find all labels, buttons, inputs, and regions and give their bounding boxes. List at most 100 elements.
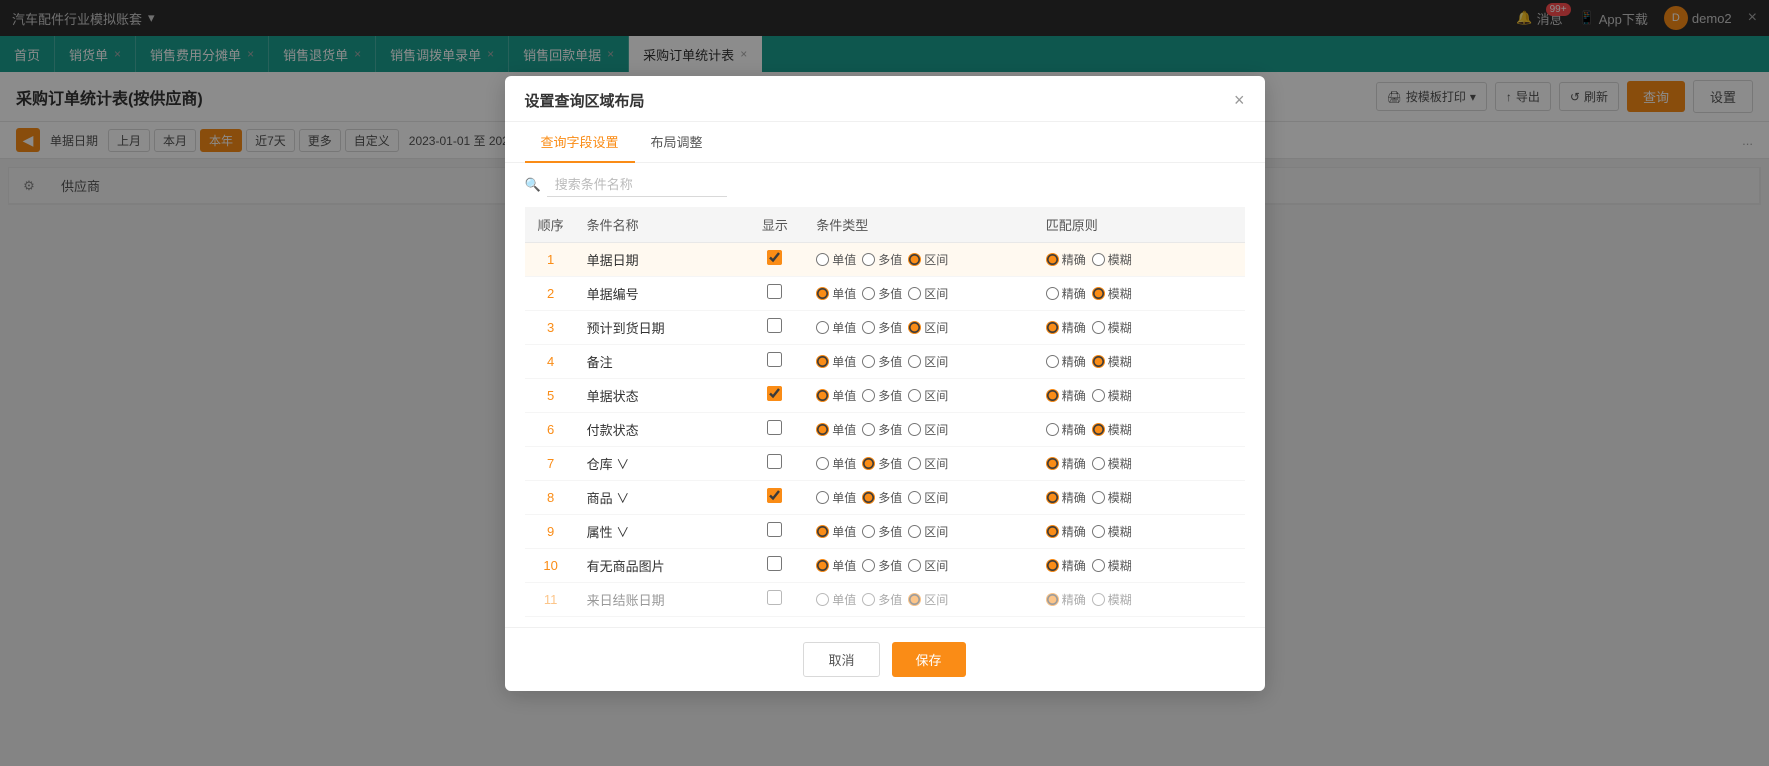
- type-radio-range[interactable]: [908, 253, 921, 266]
- match-radio-fuzzy[interactable]: [1092, 457, 1105, 470]
- match-option-exact[interactable]: 精确: [1046, 251, 1086, 268]
- display-checkbox[interactable]: [767, 488, 782, 503]
- type-option-multi[interactable]: 多值: [862, 387, 902, 404]
- type-option-single[interactable]: 单值: [816, 285, 856, 302]
- match-radio-exact[interactable]: [1046, 593, 1059, 606]
- type-radio-multi[interactable]: [862, 423, 875, 436]
- type-radio-multi[interactable]: [862, 287, 875, 300]
- match-radio-exact[interactable]: [1046, 287, 1059, 300]
- type-option-multi[interactable]: 多值: [862, 591, 902, 608]
- display-checkbox[interactable]: [767, 590, 782, 605]
- match-radio-exact[interactable]: [1046, 355, 1059, 368]
- match-radio-fuzzy[interactable]: [1092, 321, 1105, 334]
- type-radio-multi[interactable]: [862, 559, 875, 572]
- type-option-range[interactable]: 区间: [908, 523, 948, 540]
- match-radio-exact[interactable]: [1046, 559, 1059, 572]
- display-checkbox[interactable]: [767, 556, 782, 571]
- type-radio-single[interactable]: [816, 423, 829, 436]
- type-option-single[interactable]: 单值: [816, 489, 856, 506]
- type-radio-multi[interactable]: [862, 491, 875, 504]
- type-radio-range[interactable]: [908, 559, 921, 572]
- type-option-single[interactable]: 单值: [816, 557, 856, 574]
- type-radio-multi[interactable]: [862, 355, 875, 368]
- match-radio-exact[interactable]: [1046, 253, 1059, 266]
- match-radio-fuzzy[interactable]: [1092, 355, 1105, 368]
- match-option-fuzzy[interactable]: 模糊: [1092, 489, 1132, 506]
- type-radio-multi[interactable]: [862, 389, 875, 402]
- type-radio-multi[interactable]: [862, 253, 875, 266]
- type-radio-multi[interactable]: [862, 321, 875, 334]
- type-option-range[interactable]: 区间: [908, 319, 948, 336]
- type-radio-single[interactable]: [816, 593, 829, 606]
- match-radio-exact[interactable]: [1046, 423, 1059, 436]
- match-option-exact[interactable]: 精确: [1046, 489, 1086, 506]
- display-checkbox[interactable]: [767, 522, 782, 537]
- match-radio-exact[interactable]: [1046, 321, 1059, 334]
- type-option-single[interactable]: 单值: [816, 251, 856, 268]
- match-option-exact[interactable]: 精确: [1046, 319, 1086, 336]
- match-option-exact[interactable]: 精确: [1046, 591, 1086, 608]
- match-option-exact[interactable]: 精确: [1046, 421, 1086, 438]
- type-radio-range[interactable]: [908, 457, 921, 470]
- display-checkbox[interactable]: [767, 386, 782, 401]
- match-radio-fuzzy[interactable]: [1092, 253, 1105, 266]
- display-checkbox[interactable]: [767, 352, 782, 367]
- type-radio-multi[interactable]: [862, 525, 875, 538]
- match-option-fuzzy[interactable]: 模糊: [1092, 557, 1132, 574]
- match-radio-fuzzy[interactable]: [1092, 559, 1105, 572]
- type-radio-multi[interactable]: [862, 457, 875, 470]
- display-checkbox[interactable]: [767, 250, 782, 265]
- type-option-range[interactable]: 区间: [908, 353, 948, 370]
- match-radio-exact[interactable]: [1046, 491, 1059, 504]
- type-option-multi[interactable]: 多值: [862, 285, 902, 302]
- match-option-fuzzy[interactable]: 模糊: [1092, 319, 1132, 336]
- match-option-fuzzy[interactable]: 模糊: [1092, 353, 1132, 370]
- type-option-multi[interactable]: 多值: [862, 489, 902, 506]
- cancel-button[interactable]: 取消: [803, 642, 879, 677]
- type-option-single[interactable]: 单值: [816, 421, 856, 438]
- type-option-range[interactable]: 区间: [908, 557, 948, 574]
- tab-layout-adjust[interactable]: 布局调整: [635, 122, 719, 163]
- match-radio-exact[interactable]: [1046, 525, 1059, 538]
- type-option-single[interactable]: 单值: [816, 523, 856, 540]
- type-radio-range[interactable]: [908, 287, 921, 300]
- match-option-fuzzy[interactable]: 模糊: [1092, 421, 1132, 438]
- type-radio-single[interactable]: [816, 491, 829, 504]
- match-radio-fuzzy[interactable]: [1092, 593, 1105, 606]
- display-checkbox[interactable]: [767, 318, 782, 333]
- type-radio-range[interactable]: [908, 389, 921, 402]
- type-radio-range[interactable]: [908, 321, 921, 334]
- type-option-range[interactable]: 区间: [908, 455, 948, 472]
- modal-overlay[interactable]: 设置查询区域布局 × 查询字段设置 布局调整 🔍 顺序 条件名称: [0, 0, 1769, 766]
- type-radio-single[interactable]: [816, 253, 829, 266]
- type-option-range[interactable]: 区间: [908, 251, 948, 268]
- save-button[interactable]: 保存: [892, 642, 966, 677]
- match-option-fuzzy[interactable]: 模糊: [1092, 285, 1132, 302]
- match-option-fuzzy[interactable]: 模糊: [1092, 251, 1132, 268]
- type-option-range[interactable]: 区间: [908, 591, 948, 608]
- modal-close-button[interactable]: ×: [1234, 91, 1245, 109]
- type-option-multi[interactable]: 多值: [862, 523, 902, 540]
- match-radio-fuzzy[interactable]: [1092, 525, 1105, 538]
- tab-query-fields[interactable]: 查询字段设置: [525, 122, 635, 163]
- type-radio-range[interactable]: [908, 491, 921, 504]
- type-radio-single[interactable]: [816, 525, 829, 538]
- type-option-range[interactable]: 区间: [908, 387, 948, 404]
- match-radio-fuzzy[interactable]: [1092, 423, 1105, 436]
- type-radio-single[interactable]: [816, 559, 829, 572]
- match-option-fuzzy[interactable]: 模糊: [1092, 523, 1132, 540]
- type-radio-range[interactable]: [908, 355, 921, 368]
- match-radio-fuzzy[interactable]: [1092, 491, 1105, 504]
- type-radio-multi[interactable]: [862, 593, 875, 606]
- match-radio-exact[interactable]: [1046, 457, 1059, 470]
- match-option-exact[interactable]: 精确: [1046, 285, 1086, 302]
- type-option-range[interactable]: 区间: [908, 421, 948, 438]
- match-option-exact[interactable]: 精确: [1046, 557, 1086, 574]
- type-radio-range[interactable]: [908, 593, 921, 606]
- match-option-fuzzy[interactable]: 模糊: [1092, 591, 1132, 608]
- match-option-exact[interactable]: 精确: [1046, 387, 1086, 404]
- type-option-multi[interactable]: 多值: [862, 319, 902, 336]
- type-option-single[interactable]: 单值: [816, 353, 856, 370]
- display-checkbox[interactable]: [767, 454, 782, 469]
- match-radio-fuzzy[interactable]: [1092, 287, 1105, 300]
